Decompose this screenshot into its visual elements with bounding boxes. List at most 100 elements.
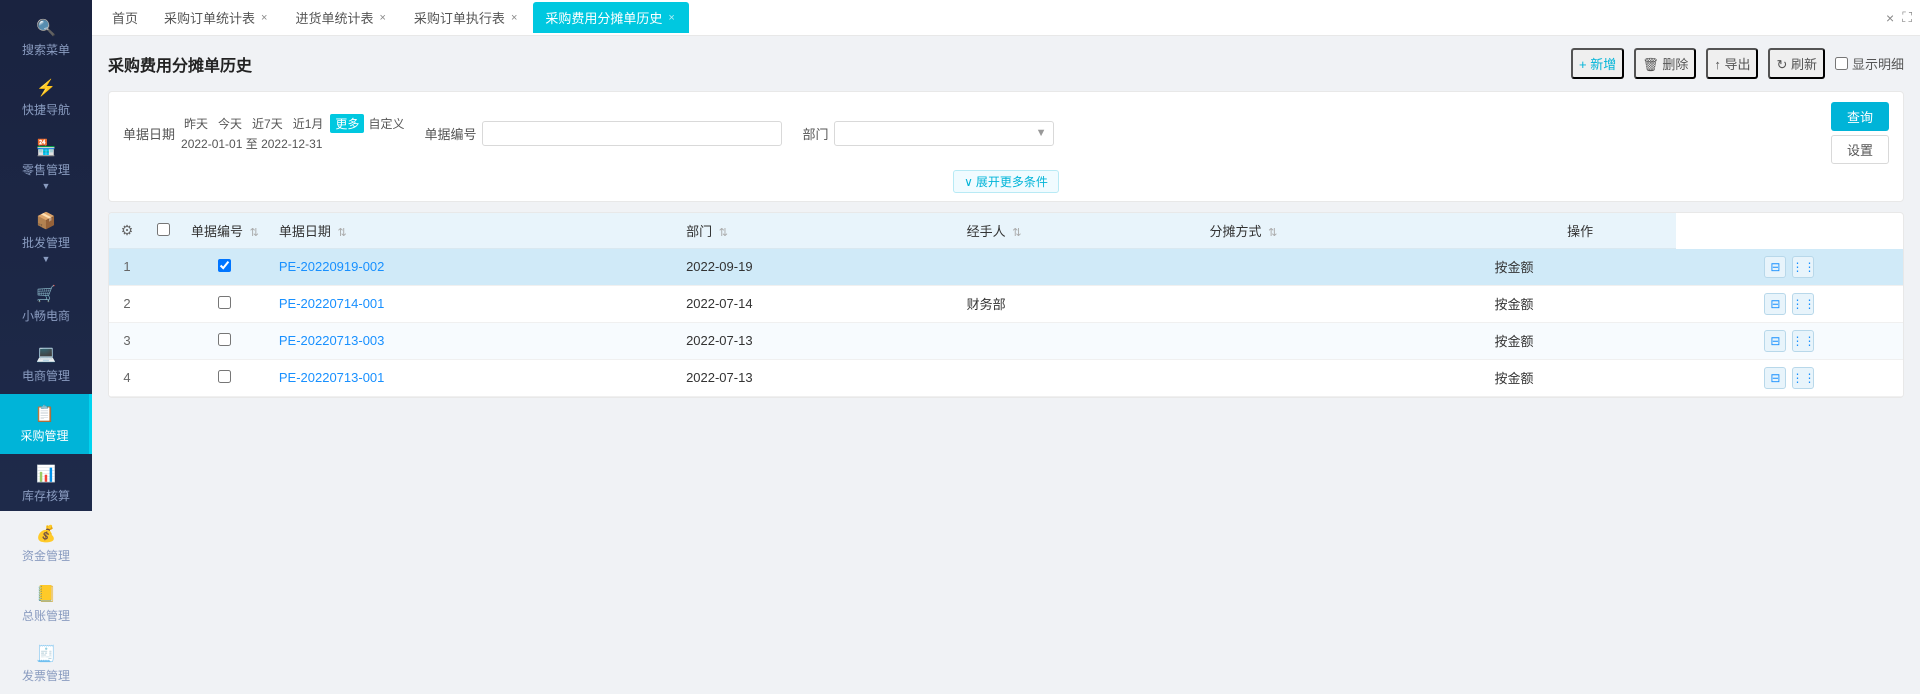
col-split-method-header[interactable]: 分摊方式 ⇅ [1199,213,1484,249]
tab-purchase-order-stats[interactable]: 采购订单统计表 × [152,2,281,33]
tab-purchase-exec-label: 采购订单执行表 [414,8,505,27]
tab-purchase-cost-history-close[interactable]: × [666,12,676,24]
row-edit-btn-1[interactable]: ⋮⋮ [1792,293,1814,315]
chevron-down-icon: ∨ [964,175,973,189]
date-more[interactable]: 更多 [330,114,364,133]
col-bill-date-header[interactable]: 单据日期 ⇅ [269,213,676,249]
col-handler-header[interactable]: 经手人 ⇅ [957,213,1200,249]
window-maximize-icon[interactable]: ⛶ [1902,9,1912,26]
row-bill-no-1: PE-20220714-001 [269,285,676,322]
sidebar-item-ledger[interactable]: 📒 总账管理 [0,574,92,634]
row-actions-1: ⊟ ⋮⋮ [1676,285,1903,322]
bill-no-filter-field: 单据编号 [424,121,782,146]
sidebar-item-search[interactable]: 🔍 搜索菜单 [0,8,92,68]
row-dept-1: 财务部 [957,285,1200,322]
col-checkbox-header[interactable] [145,213,181,249]
chevron-down-icon: ▼ [42,254,51,264]
row-num-0: 1 [109,249,145,286]
nav-icon: ⚡ [36,78,56,98]
row-view-btn-2[interactable]: ⊟ [1764,330,1786,352]
tab-home[interactable]: 首页 [100,2,150,33]
bill-no-link-0[interactable]: PE-20220919-002 [279,259,385,274]
dept-select[interactable]: 财务部 [834,121,1054,146]
row-gear-2 [145,322,181,359]
row-view-btn-1[interactable]: ⊟ [1764,293,1786,315]
tab-inbound-stats-close[interactable]: × [377,12,387,24]
row-split-method-3: 按金额 [1484,359,1675,396]
sidebar-item-purchase[interactable]: 📋 采购管理 [0,394,92,454]
sidebar-item-wholesale[interactable]: 📦 批发管理 ▼ [0,201,92,274]
date-yesterday[interactable]: 昨天 [181,114,211,133]
date-today[interactable]: 今天 [215,114,245,133]
sidebar-item-finance[interactable]: 💰 资金管理 [0,514,92,574]
row-split-method-0: 按金额 [1484,249,1675,286]
row-checkbox-cell-0[interactable] [181,249,269,286]
sidebar-item-inventory[interactable]: 📊 库存核算 [0,454,92,514]
table-row: 1 PE-20220919-002 2022-09-19 按金额 ⊟ ⋮⋮ [109,249,1903,286]
tab-inbound-stats[interactable]: 进货单统计表 × [283,2,399,33]
row-bill-no-2: PE-20220713-003 [269,322,676,359]
bill-no-link-1[interactable]: PE-20220714-001 [279,296,385,311]
sidebar-item-ecom-small[interactable]: 🛒 小畅电商 [0,274,92,334]
sidebar-item-nav[interactable]: ⚡ 快捷导航 [0,68,92,128]
row-checkbox-cell-2[interactable] [181,322,269,359]
row-bill-date-1: 2022-07-14 [676,285,957,322]
col-bill-no-header[interactable]: 单据编号 ⇅ [181,213,269,249]
row-view-btn-0[interactable]: ⊟ [1764,256,1786,278]
row-edit-btn-3[interactable]: ⋮⋮ [1792,367,1814,389]
row-checkbox-cell-3[interactable] [181,359,269,396]
show-cols-label: 显示明细 [1852,54,1904,73]
bill-no-input[interactable] [482,121,782,146]
export-button[interactable]: ↑ 导出 [1706,48,1758,79]
row-checkbox-3[interactable] [218,370,231,383]
sort-icon: ⇅ [250,227,259,239]
tab-purchase-order-stats-label: 采购订单统计表 [164,8,255,27]
sidebar-item-label: 批发管理 [22,234,70,251]
tab-purchase-order-stats-close[interactable]: × [259,12,269,24]
sidebar-item-label: 零售管理 [22,161,70,178]
search-button[interactable]: 查询 [1831,102,1889,131]
row-checkbox-cell-1[interactable] [181,285,269,322]
sidebar-item-invoice[interactable]: 🧾 发票管理 [0,634,92,694]
expand-more-btn[interactable]: ∨ 展开更多条件 [953,170,1059,193]
dept-select-wrap: 财务部 ▼ [834,121,1054,146]
tab-purchase-cost-history[interactable]: 采购费用分摊单历史 × [533,2,688,33]
tab-purchase-exec-close[interactable]: × [509,12,519,24]
filter-settings-button[interactable]: 设置 [1831,135,1889,164]
sidebar-item-retail[interactable]: 🏪 零售管理 ▼ [0,128,92,201]
new-button[interactable]: + 新增 [1571,48,1624,79]
table-row: 3 PE-20220713-003 2022-07-13 按金额 ⊟ ⋮⋮ [109,322,1903,359]
row-checkbox-2[interactable] [218,333,231,346]
col-settings-header[interactable]: ⚙ [109,213,145,249]
col-dept-header[interactable]: 部门 ⇅ [676,213,957,249]
row-checkbox-0[interactable] [218,259,231,272]
sidebar-item-ecom[interactable]: 💻 电商管理 [0,334,92,394]
date-range-display[interactable]: 2022-01-01 至 2022-12-31 [181,135,404,152]
date-custom[interactable]: 自定义 [368,115,404,132]
data-table: ⚙ 单据编号 ⇅ 单据日期 ⇅ [109,213,1903,397]
tab-purchase-exec[interactable]: 采购订单执行表 × [402,2,531,33]
ecom-small-icon: 🛒 [36,284,56,304]
bill-no-label: 单据编号 [424,124,476,143]
sidebar-item-label: 采购管理 [20,427,68,444]
show-cols-checkbox[interactable] [1835,57,1848,70]
delete-button[interactable]: 🗑 删除 [1634,48,1696,79]
row-view-btn-3[interactable]: ⊟ [1764,367,1786,389]
refresh-button[interactable]: ↻ 刷新 [1768,48,1825,79]
bill-no-link-2[interactable]: PE-20220713-003 [279,333,385,348]
show-cols-toggle[interactable]: 显示明细 [1835,54,1904,73]
filter-row: 单据日期 昨天 今天 近7天 近1月 更多 自定义 2022-01-01 至 2… [123,102,1889,164]
dept-filter-field: 部门 财务部 ▼ [802,121,1054,146]
row-edit-btn-0[interactable]: ⋮⋮ [1792,256,1814,278]
window-close-icon[interactable]: × [1886,10,1894,26]
date-7days[interactable]: 近7天 [249,114,286,133]
ecom-icon: 💻 [36,344,56,364]
search-icon: 🔍 [36,18,56,38]
row-checkbox-1[interactable] [218,296,231,309]
date-1month[interactable]: 近1月 [290,114,327,133]
sidebar-item-label: 库存核算 [22,487,70,504]
select-all-checkbox[interactable] [157,223,170,236]
bill-no-link-3[interactable]: PE-20220713-001 [279,370,385,385]
filter-area: 单据日期 昨天 今天 近7天 近1月 更多 自定义 2022-01-01 至 2… [108,91,1904,202]
row-edit-btn-2[interactable]: ⋮⋮ [1792,330,1814,352]
